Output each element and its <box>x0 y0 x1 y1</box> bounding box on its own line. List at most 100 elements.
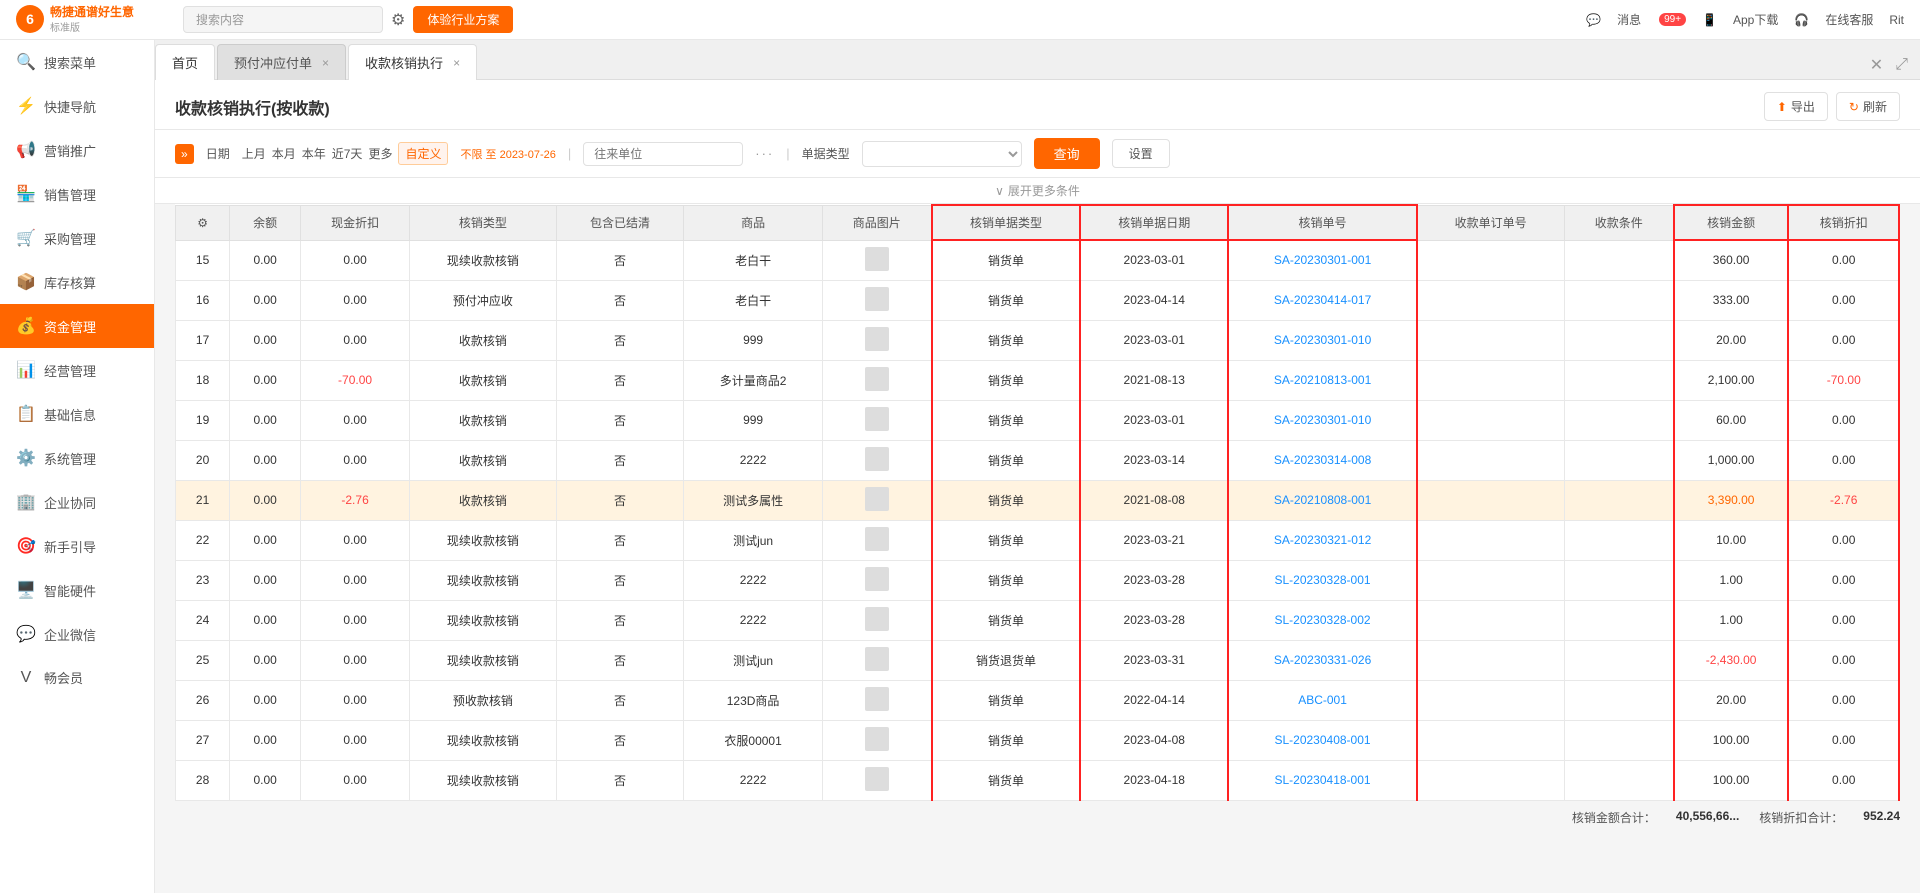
cell-cancel-type: 收款核销 <box>409 480 556 520</box>
sidebar-item-inventory[interactable]: 📦 库存核算 <box>0 260 154 304</box>
sidebar-item-base-info[interactable]: 📋 基础信息 <box>0 392 154 436</box>
cell-cancel-bill-no[interactable]: SA-20230321-012 <box>1228 520 1416 560</box>
tab-prepay[interactable]: 预付冲应付单 × <box>217 44 346 80</box>
bill-no-link[interactable]: SA-20230321-012 <box>1274 533 1371 547</box>
cell-cancel-amount: 3,390.00 <box>1674 480 1789 520</box>
table-row: 19 0.00 0.00 收款核销 否 999 销货单 2023-03-01 S… <box>176 400 1900 440</box>
sidebar-item-smart-hw[interactable]: 🖥️ 智能硬件 <box>0 568 154 612</box>
tab-close-all-btn[interactable]: ✕ <box>1866 51 1887 79</box>
bill-no-link[interactable]: SL-20230418-001 <box>1274 773 1370 787</box>
tab-receipt-cancel-close[interactable]: × <box>453 56 460 70</box>
cell-receipt-order-no <box>1417 440 1564 480</box>
gear-icon[interactable]: ⚙ <box>391 10 405 30</box>
table-area[interactable]: ⚙ 余额 现金折扣 核销类型 包含已结清 商品 商品图片 核销单据类型 核销单据… <box>155 204 1920 893</box>
sidebar-item-wechat[interactable]: 💬 企业微信 <box>0 612 154 656</box>
sidebar-item-finance[interactable]: 💰 资金管理 <box>0 304 154 348</box>
cell-cancel-bill-no[interactable]: SA-20230301-010 <box>1228 400 1416 440</box>
sidebar-item-enterprise[interactable]: 🏢 企业协同 <box>0 480 154 524</box>
member-icon: V <box>16 669 36 687</box>
refresh-btn[interactable]: ↻ 刷新 <box>1836 92 1900 121</box>
cell-no: 21 <box>176 480 230 520</box>
app-download-label[interactable]: App下载 <box>1733 11 1778 28</box>
filter-last7[interactable]: 近7天 <box>332 145 363 162</box>
bill-no-link[interactable]: SL-20230408-001 <box>1274 733 1370 747</box>
tab-home[interactable]: 首页 <box>155 44 215 80</box>
cell-cancel-bill-no[interactable]: SA-20210808-001 <box>1228 480 1416 520</box>
tab-receipt-cancel[interactable]: 收款核销执行 × <box>348 44 477 80</box>
filter-partner-input[interactable] <box>583 142 743 166</box>
sidebar-item-marketing[interactable]: 📢 营销推广 <box>0 128 154 172</box>
cell-cancel-bill-no[interactable]: SA-20210813-001 <box>1228 360 1416 400</box>
cell-cancel-amount: 333.00 <box>1674 280 1789 320</box>
cell-no: 24 <box>176 600 230 640</box>
cell-cancel-bill-no[interactable]: SL-20230418-001 <box>1228 760 1416 800</box>
cell-cancel-bill-no[interactable]: SA-20230301-010 <box>1228 320 1416 360</box>
cell-goods: 123D商品 <box>684 680 822 720</box>
tab-prepay-close[interactable]: × <box>322 56 329 70</box>
sidebar-item-purchase[interactable]: 🛒 采购管理 <box>0 216 154 260</box>
sidebar-item-system[interactable]: ⚙️ 系统管理 <box>0 436 154 480</box>
query-btn[interactable]: 查询 <box>1034 138 1100 169</box>
filter-row: » 日期 上月 本月 本年 近7天 更多 自定义 不限 至 2023-07-26… <box>175 138 1900 169</box>
cell-cancel-bill-no[interactable]: SA-20230301-001 <box>1228 240 1416 280</box>
sidebar-item-quick-nav[interactable]: ⚡ 快捷导航 <box>0 84 154 128</box>
tab-expand-btn[interactable]: ⤢ <box>1891 52 1912 78</box>
cell-cancel-bill-no[interactable]: SA-20230414-017 <box>1228 280 1416 320</box>
cell-cancel-bill-no[interactable]: SL-20230328-002 <box>1228 600 1416 640</box>
cell-cancel-type: 预付冲应收 <box>409 280 556 320</box>
bill-no-link[interactable]: SL-20230328-001 <box>1274 573 1370 587</box>
online-service-icon: 🎧 <box>1794 13 1809 27</box>
filter-date-group: 上月 本月 本年 近7天 更多 自定义 <box>242 142 449 165</box>
bill-no-link[interactable]: SA-20210813-001 <box>1274 373 1371 387</box>
filter-arrow-btn[interactable]: » <box>175 144 194 164</box>
cell-cancel-bill-no[interactable]: SL-20230328-001 <box>1228 560 1416 600</box>
cell-cancel-bill-no[interactable]: ABC-001 <box>1228 680 1416 720</box>
sidebar-item-beginner[interactable]: 🎯 新手引导 <box>0 524 154 568</box>
cell-include-settled: 否 <box>556 600 684 640</box>
th-cancel-bill-date: 核销单据日期 <box>1080 205 1228 240</box>
th-cancel-discount: 核销折扣 <box>1788 205 1899 240</box>
online-service-label[interactable]: 在线客服 <box>1825 11 1873 28</box>
cell-cancel-bill-no[interactable]: SL-20230408-001 <box>1228 720 1416 760</box>
bill-no-link[interactable]: SA-20210808-001 <box>1274 493 1371 507</box>
filter-this-year[interactable]: 本年 <box>302 145 326 162</box>
bill-no-link[interactable]: SA-20230331-026 <box>1274 653 1371 667</box>
user-text[interactable]: Rit <box>1889 13 1904 27</box>
sidebar-label-operations: 经营管理 <box>44 361 96 380</box>
export-btn[interactable]: ⬆ 导出 <box>1764 92 1828 121</box>
top-search-placeholder[interactable]: 搜索内容 <box>183 6 383 33</box>
bill-no-link[interactable]: SA-20230314-008 <box>1274 453 1371 467</box>
filter-custom[interactable]: 自定义 <box>398 142 448 165</box>
message-label[interactable]: 消息 <box>1617 11 1641 28</box>
bill-no-link[interactable]: SA-20230414-017 <box>1274 293 1371 307</box>
cell-goods: 测试多属性 <box>684 480 822 520</box>
cell-receipt-condition <box>1564 480 1674 520</box>
set-btn[interactable]: 设置 <box>1112 139 1170 168</box>
expand-more-btn[interactable]: ∨ 展开更多条件 <box>995 182 1080 199</box>
table-row: 26 0.00 0.00 预收款核销 否 123D商品 销货单 2022-04-… <box>176 680 1900 720</box>
bill-no-link[interactable]: SA-20230301-010 <box>1274 333 1371 347</box>
cell-balance: 0.00 <box>230 560 301 600</box>
bill-no-link[interactable]: SA-20230301-001 <box>1274 253 1371 267</box>
industry-btn[interactable]: 体验行业方案 <box>413 6 513 33</box>
th-settings[interactable]: ⚙ <box>176 205 230 240</box>
cell-cancel-bill-no[interactable]: SA-20230331-026 <box>1228 640 1416 680</box>
app-download-icon: 📱 <box>1702 13 1717 27</box>
bill-no-link[interactable]: ABC-001 <box>1298 693 1347 707</box>
table-row: 15 0.00 0.00 现续收款核销 否 老白干 销货单 2023-03-01… <box>176 240 1900 280</box>
filter-more[interactable]: 更多 <box>368 145 392 162</box>
cell-cancel-discount: 0.00 <box>1788 680 1899 720</box>
sidebar-item-member[interactable]: V 畅会员 <box>0 656 154 699</box>
sidebar-item-sales[interactable]: 🏪 销售管理 <box>0 172 154 216</box>
cell-cancel-bill-no[interactable]: SA-20230314-008 <box>1228 440 1416 480</box>
cell-no: 17 <box>176 320 230 360</box>
filter-last-month[interactable]: 上月 <box>242 145 266 162</box>
cell-cancel-bill-date: 2023-03-31 <box>1080 640 1228 680</box>
sidebar-item-operations[interactable]: 📊 经营管理 <box>0 348 154 392</box>
sidebar-item-search-menu[interactable]: 🔍 搜索菜单 <box>0 40 154 84</box>
bill-no-link[interactable]: SL-20230328-002 <box>1274 613 1370 627</box>
filter-bill-type-select[interactable] <box>862 141 1022 167</box>
filter-this-month[interactable]: 本月 <box>272 145 296 162</box>
cell-cash-discount: 0.00 <box>301 520 410 560</box>
bill-no-link[interactable]: SA-20230301-010 <box>1274 413 1371 427</box>
